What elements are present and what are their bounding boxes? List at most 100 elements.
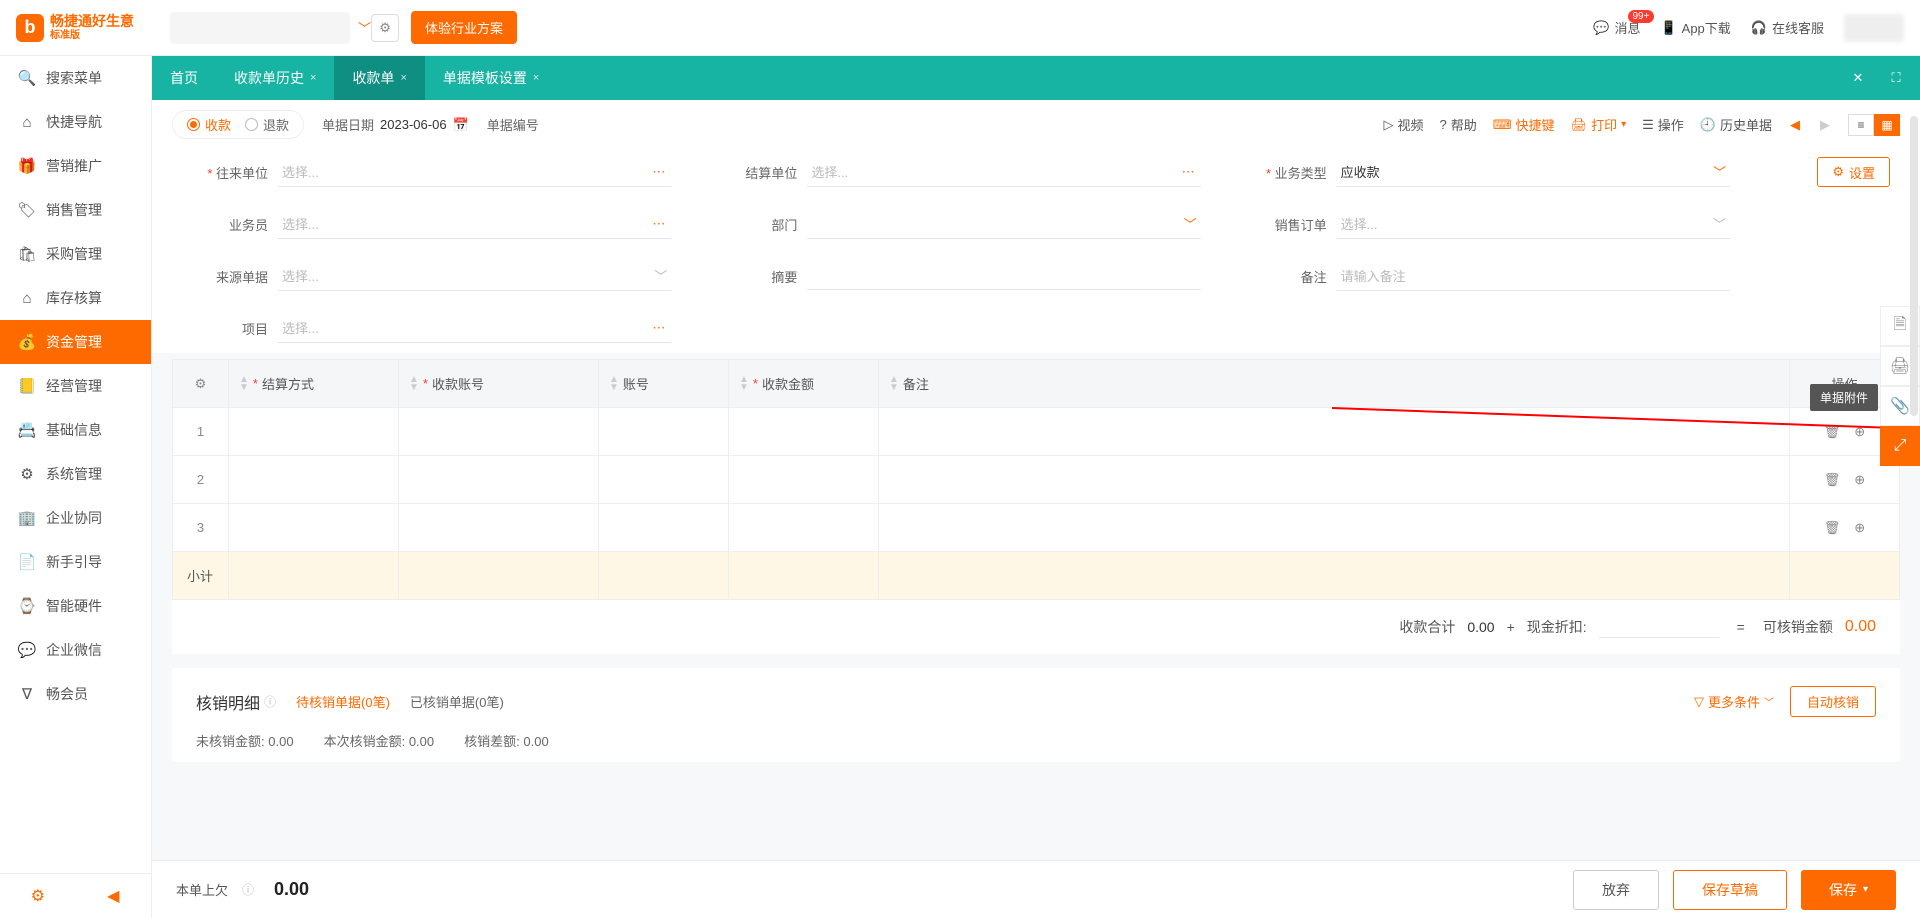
settings-button[interactable]: ⚙设置 (1817, 157, 1890, 187)
app-download-link[interactable]: 📱 App下载 (1660, 18, 1730, 37)
tab-1[interactable]: 收款单历史× (216, 56, 334, 100)
table-row[interactable]: 3🗑⊕ (173, 504, 1900, 552)
filter-icon: ▽ (1694, 694, 1704, 710)
prev-doc-icon[interactable]: ◀ (1788, 117, 1802, 133)
settle-label: 结算单位 (711, 163, 807, 182)
sidebar-item-label: 智能硬件 (46, 596, 102, 616)
view-form-icon[interactable]: ▦ (1874, 114, 1900, 136)
project-input[interactable]: 选择...⋯ (278, 313, 671, 343)
subtotal-row: 小计 (173, 552, 1900, 600)
help-link[interactable]: ?帮助 (1440, 115, 1477, 134)
user-avatar[interactable] (1844, 14, 1904, 42)
bottom-bar: 本单上欠 ⓘ 0.00 放弃 保存草稿 保存▾ (152, 860, 1920, 918)
view-list-icon[interactable]: ≡ (1848, 114, 1874, 136)
help-icon: ? (1440, 117, 1447, 132)
calendar-icon[interactable]: 📅 (453, 117, 469, 133)
table-row[interactable]: 1🗑⊕ (173, 408, 1900, 456)
info-icon[interactable]: ⓘ (242, 881, 254, 898)
sidebar-item-7[interactable]: 📒经营管理 (0, 364, 151, 408)
online-service-link[interactable]: 🎧 在线客服 (1751, 18, 1824, 37)
salesman-input[interactable]: 选择...⋯ (278, 209, 671, 239)
sidebar-settings-icon[interactable]: ⚙ (0, 874, 76, 918)
table-row[interactable]: 2🗑⊕ (173, 456, 1900, 504)
doc-date-field[interactable]: 单据日期 2023-06-06 📅 (322, 115, 469, 134)
chevron-down-icon: ▾ (1863, 884, 1868, 895)
attachment-tooltip: 单据附件 (1810, 384, 1878, 411)
sidebar-item-label: 基础信息 (46, 420, 102, 440)
info-icon[interactable]: ⓘ (264, 693, 276, 710)
try-industry-button[interactable]: 体验行业方案 (411, 11, 517, 44)
fullscreen-icon[interactable]: ⛶ (1882, 64, 1910, 92)
add-row-icon[interactable]: ⊕ (1854, 424, 1865, 440)
settings-icon[interactable]: ⚙ (371, 14, 399, 42)
sidebar-item-12[interactable]: ⌚智能硬件 (0, 584, 151, 628)
remark-label: 备注 (1241, 267, 1337, 286)
delete-row-icon[interactable]: 🗑 (1824, 424, 1841, 440)
sidebar-item-5[interactable]: ⌂库存核算 (0, 276, 151, 320)
table-config-icon[interactable]: ⚙ (173, 360, 229, 408)
writeoff-pending-tab[interactable]: 待核销单据(0笔) (296, 692, 390, 711)
radio-refund[interactable]: 退款 (245, 115, 289, 134)
messages-link[interactable]: 💬 消息 99+ (1593, 18, 1640, 37)
scrollbar[interactable] (1910, 116, 1918, 416)
shortcut-link[interactable]: ⌨快捷键 (1493, 115, 1555, 134)
discount-input[interactable] (1599, 616, 1719, 638)
sidebar-item-13[interactable]: 💬企业微信 (0, 628, 151, 672)
sidebar-item-1[interactable]: ⌂快捷导航 (0, 100, 151, 144)
sidebar-item-14[interactable]: ∇畅会员 (0, 672, 151, 716)
sidebar-item-9[interactable]: ⚙系统管理 (0, 452, 151, 496)
summary-input[interactable] (807, 262, 1200, 290)
sidebar-item-3[interactable]: 🏷销售管理 (0, 188, 151, 232)
gear-icon: ⚙ (1832, 164, 1844, 180)
dept-input[interactable]: ﹀ (807, 209, 1200, 239)
more-conditions-link[interactable]: ▽更多条件﹀ (1694, 692, 1774, 711)
company-selector[interactable]: ﹀ (170, 12, 371, 44)
sidebar-item-label: 采购管理 (46, 244, 102, 264)
remark-input[interactable]: 请输入备注 (1337, 261, 1730, 291)
radio-receive[interactable]: 收款 (187, 115, 231, 134)
tab-3[interactable]: 单据模板设置× (425, 56, 557, 100)
sidebar-item-label: 企业微信 (46, 640, 102, 660)
sidebar-item-0[interactable]: 🔍搜索菜单 (0, 56, 151, 100)
settle-input[interactable]: 选择...⋯ (807, 157, 1200, 187)
history-link[interactable]: 🕘历史单据 (1700, 115, 1772, 134)
tab-2[interactable]: 收款单× (334, 56, 424, 100)
source-input[interactable]: 选择...﹀ (278, 261, 671, 291)
sidebar-item-4[interactable]: 🛍采购管理 (0, 232, 151, 276)
tab-close-icon[interactable]: × (533, 72, 539, 84)
writeoff-done-tab[interactable]: 已核销单据(0笔) (410, 692, 504, 711)
print-link[interactable]: 🖨打印▾ (1571, 115, 1627, 134)
partner-input[interactable]: 选择...⋯ (278, 157, 671, 187)
discard-button[interactable]: 放弃 (1573, 870, 1659, 910)
salesman-label: 业务员 (182, 215, 278, 234)
add-row-icon[interactable]: ⊕ (1854, 520, 1865, 536)
save-draft-button[interactable]: 保存草稿 (1673, 870, 1787, 910)
biztype-input[interactable]: 应收款﹀ (1337, 157, 1730, 187)
sidebar-item-11[interactable]: 📄新手引导 (0, 540, 151, 584)
salesorder-input[interactable]: 选择...﹀ (1337, 209, 1730, 239)
tab-close-icon[interactable]: × (310, 72, 316, 84)
sidebar-item-label: 资金管理 (46, 332, 102, 352)
video-link[interactable]: ▷视频 (1384, 115, 1424, 134)
delete-row-icon[interactable]: 🗑 (1824, 520, 1841, 536)
sidebar-item-8[interactable]: 📇基础信息 (0, 408, 151, 452)
add-row-icon[interactable]: ⊕ (1854, 472, 1865, 488)
auto-writeoff-button[interactable]: 自动核销 (1790, 686, 1876, 717)
writeoffable-value: 0.00 (1845, 618, 1876, 636)
tab-close-all-icon[interactable]: ✕ (1844, 64, 1872, 92)
next-doc-icon[interactable]: ▶ (1818, 117, 1832, 133)
delete-row-icon[interactable]: 🗑 (1824, 472, 1841, 488)
project-label: 项目 (182, 319, 278, 338)
save-button[interactable]: 保存▾ (1801, 870, 1896, 910)
sidebar-item-6[interactable]: 💰资金管理 (0, 320, 151, 364)
sidebar-item-10[interactable]: 🏢企业协同 (0, 496, 151, 540)
operate-link[interactable]: ☰操作 (1642, 115, 1684, 134)
tab-close-icon[interactable]: × (400, 72, 406, 84)
tab-0[interactable]: 首页 (152, 56, 216, 100)
sidebar-item-2[interactable]: 🎁营销推广 (0, 144, 151, 188)
float-expand-icon[interactable]: ⤢ (1880, 426, 1920, 466)
totals-line: 收款合计 0.00 + 现金折扣: = 可核销金额 0.00 (172, 600, 1900, 654)
dept-label: 部门 (711, 215, 807, 234)
sidebar-item-label: 畅会员 (46, 684, 88, 704)
sidebar-collapse-icon[interactable]: ◀ (76, 874, 152, 918)
